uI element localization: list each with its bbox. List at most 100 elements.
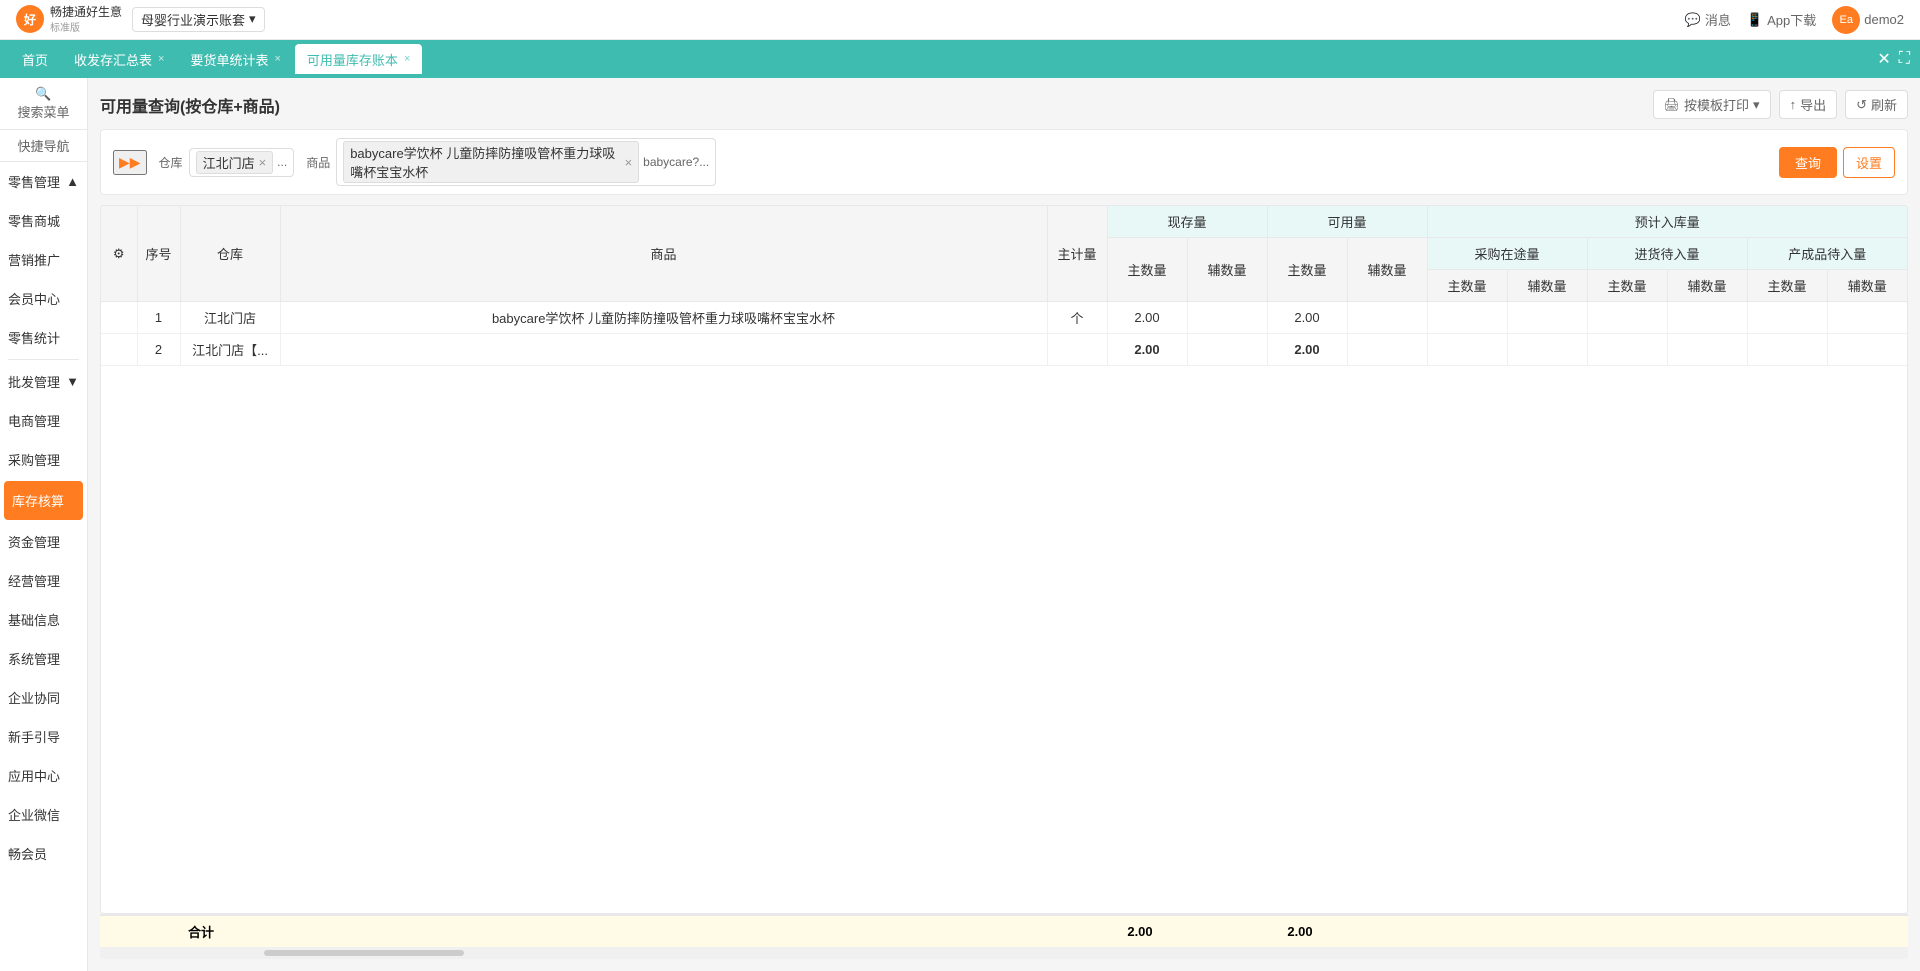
table-row: 2 江北门店【... 2.00 2.00	[101, 334, 1907, 366]
tab-available-close[interactable]: ×	[404, 53, 410, 65]
row2-purchase-aux	[1507, 334, 1587, 366]
th-product: 商品	[280, 206, 1047, 302]
sidebar-item-guide[interactable]: 新手引导	[0, 717, 87, 756]
header-actions: 🖨 按模板打印 ▾ ↑ 导出 ↺ 刷新	[1653, 90, 1909, 119]
tab-available[interactable]: 可用量库存账本 ×	[295, 44, 422, 74]
refresh-label: 刷新	[1871, 95, 1897, 114]
th-inbound-aux: 辅数量	[1667, 270, 1747, 302]
sidebar-item-retail-mgmt[interactable]: 零售管理 ▲	[0, 162, 87, 201]
tab-receipts-label: 收发存汇总表	[74, 50, 152, 69]
sidebar-item-enterprise[interactable]: 企业协同	[0, 678, 87, 717]
warehouse-tag: 江北门店 ×	[196, 151, 274, 174]
sidebar-item-system[interactable]: 系统管理	[0, 639, 87, 678]
table-wrapper[interactable]: ⚙ 序号 仓库 商品 主计量 现存量 可用量 预计入库量 主数量 辅数量 主数量…	[100, 205, 1908, 914]
row1-current-main: 2.00	[1107, 302, 1187, 334]
print-btn[interactable]: 🖨 按模板打印 ▾	[1653, 90, 1771, 119]
sidebar-item-purchase[interactable]: 采购管理	[0, 440, 87, 479]
tab-orders-label: 要货单统计表	[190, 50, 268, 69]
tab-home[interactable]: 首页	[10, 44, 60, 74]
export-icon: ↑	[1790, 97, 1797, 112]
sidebar-member-label: 会员中心	[8, 289, 60, 308]
sidebar-purchase-label: 采购管理	[8, 450, 60, 469]
sidebar-item-finance[interactable]: 资金管理	[0, 522, 87, 561]
messages-btn[interactable]: 💬 消息	[1685, 10, 1731, 29]
warehouse-tag-text: 江北门店	[203, 153, 255, 172]
user-area[interactable]: Ea demo2	[1832, 6, 1904, 34]
sidebar-enterprise-label: 企业协同	[8, 688, 60, 707]
sidebar-item-retail-stats[interactable]: 零售统计	[0, 318, 87, 357]
warehouse-input-area[interactable]: 江北门店 × ...	[189, 148, 295, 177]
sidebar-app-center-label: 应用中心	[8, 766, 60, 785]
row1-purchase-main	[1427, 302, 1507, 334]
app-download-btn[interactable]: 📱 App下载	[1747, 10, 1816, 29]
th-inbound-main: 主数量	[1587, 270, 1667, 302]
row2-product	[280, 334, 1047, 366]
sidebar-marketing-label: 营销推广	[8, 250, 60, 269]
close-tab-btn[interactable]: ✕	[1877, 49, 1890, 69]
sidebar-item-retail-mall[interactable]: 零售商城	[0, 201, 87, 240]
avatar: Ea	[1832, 6, 1860, 34]
scrollbar-area[interactable]	[100, 947, 1908, 959]
sidebar-item-member[interactable]: 会员中心	[0, 279, 87, 318]
row2-warehouse: 江北门店【...	[180, 334, 280, 366]
product-input-area[interactable]: babycare学饮杯 儿童防摔防撞吸管杯重力球吸嘴杯宝宝水杯 × babyca…	[336, 138, 716, 186]
tab-receipts[interactable]: 收发存汇总表 ×	[62, 44, 176, 74]
row2-no: 2	[137, 334, 180, 366]
logo-text: 畅捷通好生意	[50, 5, 122, 19]
product-tag-remove[interactable]: ×	[625, 155, 633, 170]
row1-inbound-aux	[1667, 302, 1747, 334]
export-btn[interactable]: ↑ 导出	[1779, 90, 1838, 119]
sidebar-inventory-label: 库存核算	[12, 491, 64, 510]
sidebar-retail-mall-label: 零售商城	[8, 211, 60, 230]
sidebar-search[interactable]: 🔍 搜索菜单	[0, 78, 87, 130]
setting-btn[interactable]: 设置	[1843, 147, 1895, 178]
query-btn[interactable]: 查询	[1779, 147, 1837, 178]
sidebar-item-member2[interactable]: 畅会员	[0, 834, 87, 873]
nav-tabs: 首页 收发存汇总表 × 要货单统计表 × 可用量库存账本 × ✕ ⛶	[0, 40, 1920, 78]
row2-finished-aux	[1827, 334, 1907, 366]
refresh-btn[interactable]: ↺ 刷新	[1845, 90, 1908, 119]
tab-orders-close[interactable]: ×	[274, 53, 280, 65]
chevron-up-icon: ▲	[66, 174, 79, 189]
tab-available-label: 可用量库存账本	[307, 50, 398, 69]
tab-receipts-close[interactable]: ×	[158, 53, 164, 65]
row1-available-main: 2.00	[1267, 302, 1347, 334]
th-available-group: 可用量	[1267, 206, 1427, 238]
product-label: 商品	[306, 154, 330, 171]
sidebar-quick-nav[interactable]: 快捷导航	[0, 130, 87, 162]
tab-orders[interactable]: 要货单统计表 ×	[178, 44, 292, 74]
page-header: 可用量查询(按仓库+商品) 🖨 按模板打印 ▾ ↑ 导出 ↺ 刷新	[100, 90, 1908, 119]
sidebar-ecommerce-label: 电商管理	[8, 411, 60, 430]
footer-current-main: 2.00	[1100, 924, 1180, 939]
th-gear[interactable]: ⚙	[101, 206, 137, 302]
app-download-label: App下载	[1767, 10, 1816, 29]
row2-gear[interactable]	[101, 334, 137, 366]
sidebar-finance-label: 资金管理	[8, 532, 60, 551]
warehouse-tag-remove[interactable]: ×	[259, 155, 267, 170]
sidebar-item-basic[interactable]: 基础信息	[0, 600, 87, 639]
row1-gear[interactable]	[101, 302, 137, 334]
sidebar-item-wholesale[interactable]: 批发管理 ▼	[0, 362, 87, 401]
horizontal-scrollbar[interactable]	[264, 950, 464, 956]
sidebar-item-marketing[interactable]: 营销推广	[0, 240, 87, 279]
row2-finished-main	[1747, 334, 1827, 366]
expand-btn[interactable]: ⛶	[1899, 50, 1910, 68]
sidebar-item-operations[interactable]: 经营管理	[0, 561, 87, 600]
sidebar-item-inventory[interactable]: 库存核算	[4, 481, 83, 520]
search-icon: 🔍	[35, 86, 51, 101]
sidebar-item-ecommerce[interactable]: 电商管理	[0, 401, 87, 440]
th-available-main: 主数量	[1267, 238, 1347, 302]
product-more[interactable]: babycare?...	[643, 155, 709, 169]
warehouse-ellipsis[interactable]: ...	[277, 155, 287, 169]
row2-current-aux	[1187, 334, 1267, 366]
sidebar-item-wechat[interactable]: 企业微信	[0, 795, 87, 834]
sidebar-member2-label: 畅会员	[8, 844, 47, 863]
org-name: 母婴行业演示账套	[141, 10, 245, 29]
sidebar-item-app-center[interactable]: 应用中心	[0, 756, 87, 795]
export-label: 导出	[1800, 95, 1826, 114]
row2-available-main: 2.00	[1267, 334, 1347, 366]
th-current-aux: 辅数量	[1187, 238, 1267, 302]
org-selector[interactable]: 母婴行业演示账套 ▾	[132, 7, 265, 32]
filter-toggle-btn[interactable]: ▶▶	[113, 150, 147, 175]
th-purchase-transit-group: 采购在途量	[1427, 238, 1587, 270]
